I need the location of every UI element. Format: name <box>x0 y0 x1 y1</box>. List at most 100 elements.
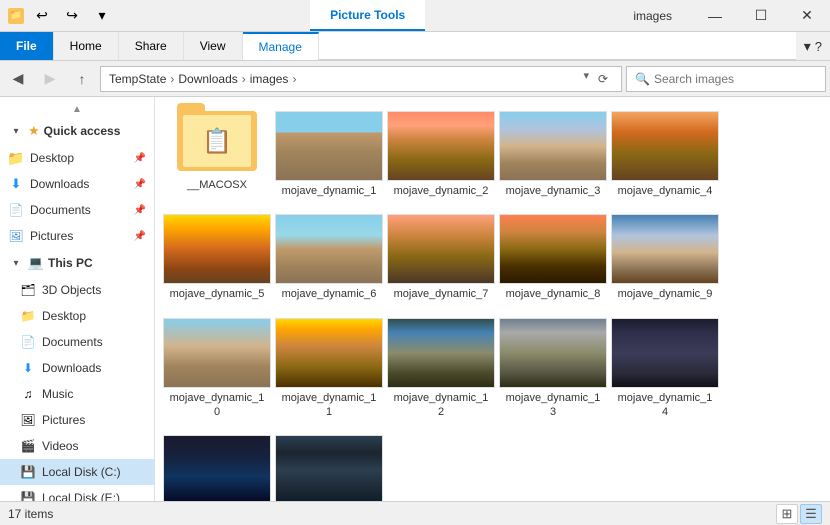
pictures-icon: 🖼 <box>8 228 24 244</box>
file-label-9: mojave_dynamic_9 <box>618 287 713 301</box>
folder-inner: 📋 <box>183 115 251 167</box>
sidebar-item-3d-objects[interactable]: 🗂 3D Objects <box>0 277 154 303</box>
window-controls: — ☐ ✕ <box>692 0 830 31</box>
path-item-downloads[interactable]: Downloads <box>178 72 237 86</box>
folder-inner-icon: 📋 <box>202 127 232 156</box>
file-item-mojave-4[interactable]: mojave_dynamic_4 <box>611 105 719 204</box>
pin-icon-pics: 📌 <box>134 231 146 242</box>
file-item-mojave-5[interactable]: mojave_dynamic_5 <box>163 208 271 307</box>
file-label: __MACOSX <box>187 178 247 192</box>
file-label-14: mojave_dynamic_14 <box>615 391 715 420</box>
address-bar: ◀ ▶ ↑ TempState › Downloads › images › ▾… <box>0 61 830 97</box>
this-pc-icon: 💻 <box>28 255 44 271</box>
file-label-10: mojave_dynamic_10 <box>167 391 267 420</box>
back-button[interactable]: ◀ <box>4 65 32 93</box>
image-thumbnail-5 <box>163 214 271 284</box>
content-area[interactable]: 📋 __MACOSX mojave_dynamic_1 mojave_dynam… <box>155 97 830 501</box>
qat-undo[interactable]: ↩ <box>30 4 54 28</box>
image-thumbnail-15 <box>163 435 271 501</box>
ribbon-help-icon[interactable]: ? <box>815 39 822 54</box>
view-buttons: ⊞ ☰ <box>776 504 822 524</box>
file-item-mojave-14[interactable]: mojave_dynamic_14 <box>611 312 719 426</box>
address-path[interactable]: TempState › Downloads › images › ▾ ⟳ <box>100 66 622 92</box>
image-thumbnail-7 <box>387 214 495 284</box>
thumbnail-view-button[interactable]: ⊞ <box>776 504 798 524</box>
file-item-mojave-8[interactable]: mojave_dynamic_8 <box>499 208 607 307</box>
ribbon: File Home Share View Manage ▾ ? <box>0 32 830 61</box>
file-item-mojave-3[interactable]: mojave_dynamic_3 <box>499 105 607 204</box>
file-item-mojave-2[interactable]: mojave_dynamic_2 <box>387 105 495 204</box>
ribbon-tabs: File Home Share View Manage ▾ ? <box>0 32 830 60</box>
sidebar-item-local-disk-c[interactable]: 💾 Local Disk (C:) <box>0 459 154 485</box>
file-item-mojave-16[interactable]: mojave_dynamic_16 <box>275 429 383 501</box>
file-item-mojave-13[interactable]: mojave_dynamic_13 <box>499 312 607 426</box>
path-item-images[interactable]: images <box>250 72 289 86</box>
up-button[interactable]: ↑ <box>68 65 96 93</box>
forward-button[interactable]: ▶ <box>36 65 64 93</box>
title-bar-left: 📁 ↩ ↪ ▾ <box>0 0 122 31</box>
pin-icon-dl: 📌 <box>134 179 146 190</box>
search-box[interactable]: 🔍 <box>626 66 826 92</box>
refresh-button[interactable]: ⟳ <box>593 69 613 89</box>
title-tab-picture-tools[interactable]: Picture Tools <box>310 0 425 31</box>
sidebar-item-downloads-qa[interactable]: ⬇ Downloads 📌 <box>0 171 154 197</box>
image-thumbnail-8 <box>499 214 607 284</box>
qat-down[interactable]: ▾ <box>90 4 114 28</box>
files-grid: 📋 __MACOSX mojave_dynamic_1 mojave_dynam… <box>163 105 822 501</box>
sidebar-item-local-disk-e[interactable]: 💾 Local Disk (E:) <box>0 485 154 501</box>
image-thumbnail-3 <box>499 111 607 181</box>
file-item-mojave-11[interactable]: mojave_dynamic_11 <box>275 312 383 426</box>
file-item-mojave-12[interactable]: mojave_dynamic_12 <box>387 312 495 426</box>
sidebar-section-quick-access[interactable]: ▾ ★ Quick access <box>0 117 154 145</box>
file-label-2: mojave_dynamic_2 <box>394 184 489 198</box>
sidebar-item-desktop-pc[interactable]: 📁 Desktop <box>0 303 154 329</box>
file-item-mojave-6[interactable]: mojave_dynamic_6 <box>275 208 383 307</box>
sidebar-item-pictures-qa[interactable]: 🖼 Pictures 📌 <box>0 223 154 249</box>
image-thumbnail-14 <box>611 318 719 388</box>
close-button[interactable]: ✕ <box>784 0 830 31</box>
folder-tab <box>177 103 205 113</box>
sidebar-item-pictures-pc[interactable]: 🖼 Pictures <box>0 407 154 433</box>
file-item-mojave-9[interactable]: mojave_dynamic_9 <box>611 208 719 307</box>
file-label-6: mojave_dynamic_6 <box>282 287 377 301</box>
ribbon-tab-file[interactable]: File <box>0 32 54 60</box>
file-item-mojave-7[interactable]: mojave_dynamic_7 <box>387 208 495 307</box>
ribbon-tab-share[interactable]: Share <box>119 32 184 60</box>
folder-thumbnail: 📋 <box>177 111 257 175</box>
file-label-12: mojave_dynamic_12 <box>391 391 491 420</box>
sidebar-item-documents-pc[interactable]: 📄 Documents <box>0 329 154 355</box>
downloads-pc-icon: ⬇ <box>20 360 36 376</box>
ribbon-spacer <box>319 32 796 60</box>
file-label-8: mojave_dynamic_8 <box>506 287 601 301</box>
ribbon-controls: ▾ ? <box>796 32 830 60</box>
file-item-macosx[interactable]: 📋 __MACOSX <box>163 105 271 204</box>
sidebar-scroll-up[interactable]: ▲ <box>0 101 154 117</box>
minimize-button[interactable]: — <box>692 0 738 31</box>
file-item-mojave-1[interactable]: mojave_dynamic_1 <box>275 105 383 204</box>
path-dropdown-icon[interactable]: ▾ <box>583 69 589 89</box>
file-label-7: mojave_dynamic_7 <box>394 287 489 301</box>
sidebar-item-documents-qa[interactable]: 📄 Documents 📌 <box>0 197 154 223</box>
sidebar-item-music[interactable]: ♫ Music <box>0 381 154 407</box>
sidebar: ▲ ▾ ★ Quick access 📁 Desktop 📌 ⬇ Downloa… <box>0 97 155 501</box>
path-item-tempstate[interactable]: TempState <box>109 72 166 86</box>
3d-objects-icon: 🗂 <box>20 282 36 298</box>
search-input[interactable] <box>654 72 817 86</box>
image-thumbnail-9 <box>611 214 719 284</box>
title-tabs: Picture Tools <box>122 0 613 31</box>
ribbon-tab-view[interactable]: View <box>184 32 243 60</box>
ribbon-collapse-arrow[interactable]: ▾ <box>804 38 811 55</box>
sidebar-item-desktop-qa[interactable]: 📁 Desktop 📌 <box>0 145 154 171</box>
file-label-13: mojave_dynamic_13 <box>503 391 603 420</box>
file-item-mojave-15[interactable]: mojave_dynamic_15 <box>163 429 271 501</box>
sidebar-item-downloads-pc[interactable]: ⬇ Downloads <box>0 355 154 381</box>
qat-redo[interactable]: ↪ <box>60 4 84 28</box>
sidebar-item-videos[interactable]: 🎬 Videos <box>0 433 154 459</box>
file-item-mojave-10[interactable]: mojave_dynamic_10 <box>163 312 271 426</box>
quick-access-star-icon: ★ <box>28 123 40 139</box>
ribbon-tab-manage[interactable]: Manage <box>243 32 319 60</box>
sidebar-section-this-pc[interactable]: ▾ 💻 This PC <box>0 249 154 277</box>
ribbon-tab-home[interactable]: Home <box>54 32 119 60</box>
list-view-button[interactable]: ☰ <box>800 504 822 524</box>
maximize-button[interactable]: ☐ <box>738 0 784 31</box>
